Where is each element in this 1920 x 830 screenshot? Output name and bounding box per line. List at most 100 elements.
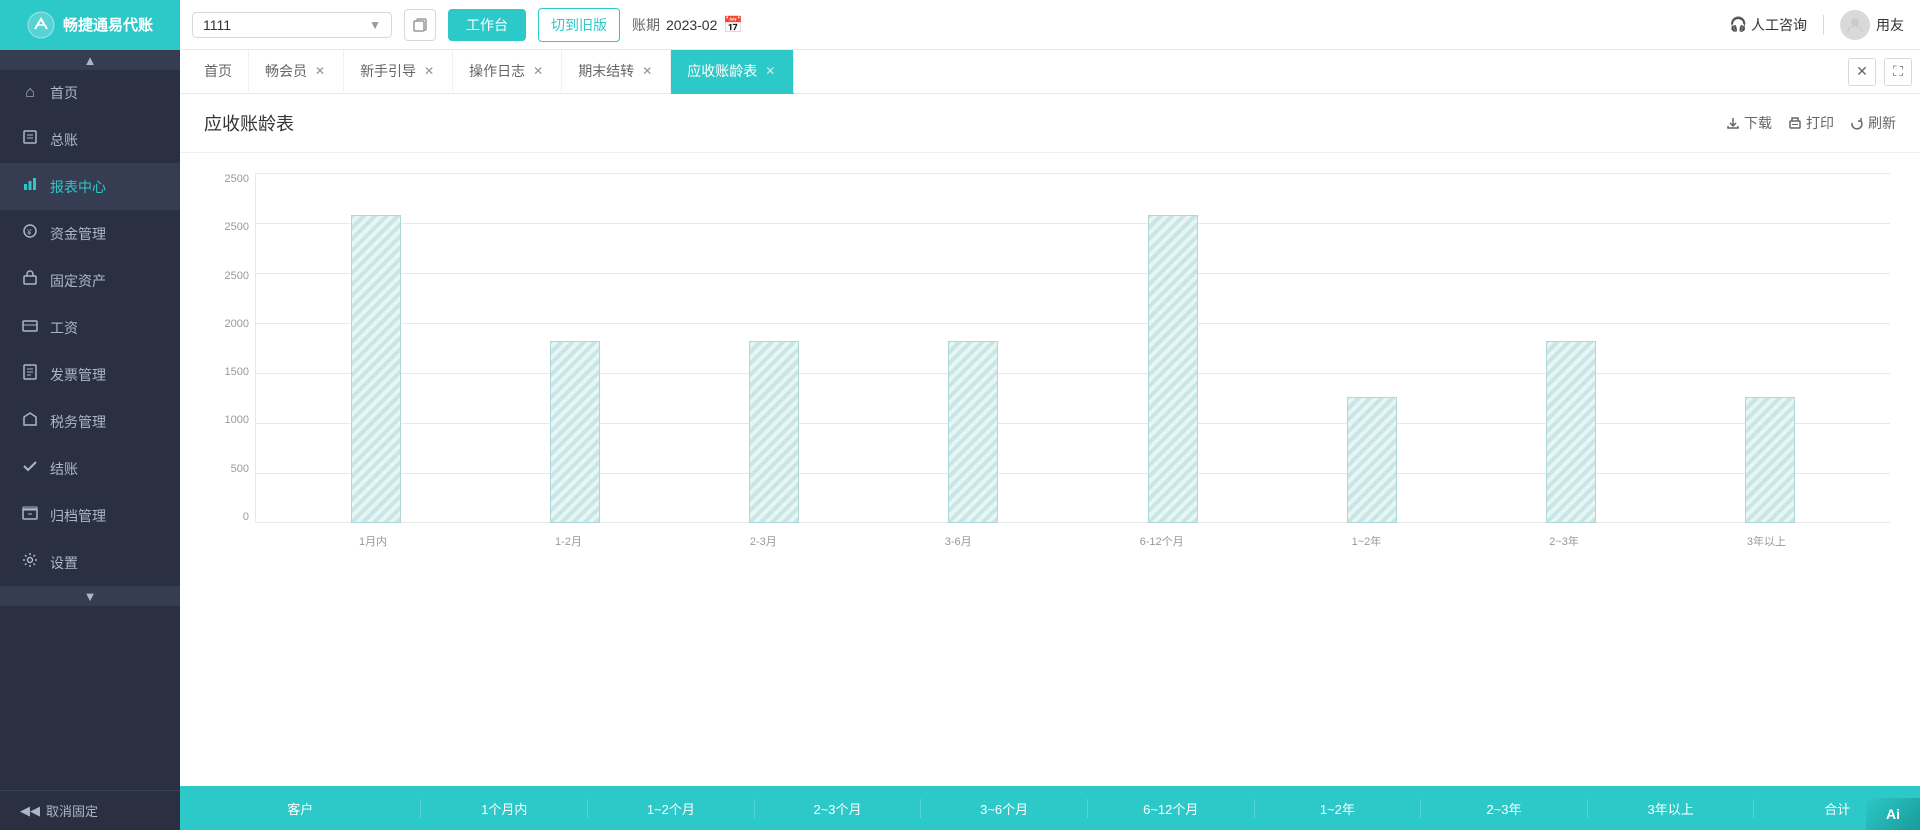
tab-guide-close[interactable]: ✕: [422, 65, 436, 77]
sidebar-item-invoice[interactable]: 发票管理: [0, 351, 180, 398]
th-3plus-year: 3年以上: [1588, 799, 1755, 818]
consult-button[interactable]: 🎧 人工咨询: [1730, 15, 1807, 35]
sidebar: ▲ ⌂ 首页 总账 报表中心 ¥ 资金管理 固定资产: [0, 50, 180, 830]
y-label-2500a: 2500: [225, 173, 255, 185]
main-layout: ▲ ⌂ 首页 总账 报表中心 ¥ 资金管理 固定资产: [0, 50, 1920, 830]
refresh-icon: [1850, 116, 1864, 130]
tab-oplog-close[interactable]: ✕: [531, 65, 545, 77]
sidebar-label-settings: 设置: [50, 553, 78, 573]
table-header: 客户 1个月内 1~2个月 2~3个月 3~6个月 6~12个月 1~2年 2~…: [180, 786, 1920, 830]
user-area[interactable]: 用友: [1840, 10, 1904, 40]
workbench-button[interactable]: 工作台: [448, 9, 526, 41]
divider: [1823, 15, 1824, 35]
close-tab-button[interactable]: ✕: [1848, 58, 1876, 86]
print-button[interactable]: 打印: [1788, 113, 1834, 133]
sidebar-item-settle[interactable]: 结账: [0, 445, 180, 492]
download-label: 下载: [1744, 113, 1772, 133]
chart-container: 2500 2500 2500 2000 1500 1000 500 0: [180, 153, 1920, 786]
th-1-2month: 1~2个月: [588, 799, 755, 818]
bar-3: [749, 341, 799, 523]
ai-badge[interactable]: Ai: [1866, 798, 1920, 830]
x-label-8: 3年以上: [1747, 533, 1786, 549]
y-label-2500b: 2500: [225, 221, 255, 233]
y-label-0: 0: [243, 511, 255, 523]
bar-1: [351, 215, 401, 523]
sidebar-item-assets[interactable]: 固定资产: [0, 257, 180, 304]
sidebar-item-ledger[interactable]: 总账: [0, 116, 180, 163]
sidebar-item-reports[interactable]: 报表中心: [0, 163, 180, 210]
tab-home-label: 首页: [204, 61, 232, 81]
sidebar-item-archive[interactable]: 归档管理: [0, 492, 180, 539]
logo-area: 畅捷通易代账: [0, 0, 180, 50]
th-2-3year: 2~3年: [1421, 799, 1588, 818]
chart-wrapper: 2500 2500 2500 2000 1500 1000 500 0: [210, 173, 1890, 553]
tab-period-end-close[interactable]: ✕: [640, 65, 654, 77]
y-label-500: 500: [231, 463, 255, 475]
sidebar-label-settle: 结账: [50, 459, 78, 479]
sidebar-label-funds: 资金管理: [50, 224, 106, 244]
page-content: 应收账龄表 下载: [180, 94, 1920, 830]
expand-tab-button[interactable]: ⛶: [1884, 58, 1912, 86]
y-label-2500c: 2500: [225, 270, 255, 282]
assets-icon: [20, 270, 40, 291]
tabs-bar: 首页 畅会员 ✕ 新手引导 ✕ 操作日志 ✕ 期末结转 ✕ 应收账龄表 ✕: [180, 50, 1920, 94]
logo-text: 畅捷通易代账: [63, 14, 153, 35]
y-label-1500: 1500: [225, 366, 255, 378]
svg-text:¥: ¥: [26, 228, 32, 237]
switch-old-button[interactable]: 切到旧版: [538, 8, 620, 42]
copy-icon: [412, 17, 428, 33]
x-label-6: 1~2年: [1352, 533, 1382, 549]
y-axis: 2500 2500 2500 2000 1500 1000 500 0: [210, 173, 255, 523]
tab-guide[interactable]: 新手引导 ✕: [344, 50, 453, 94]
cancel-fixed-label: 取消固定: [46, 801, 98, 820]
x-label-3: 2-3月: [750, 533, 777, 549]
sidebar-label-archive: 归档管理: [50, 506, 106, 526]
sidebar-item-home[interactable]: ⌂ 首页: [0, 70, 180, 116]
y-label-2000: 2000: [225, 318, 255, 330]
tab-member-close[interactable]: ✕: [313, 65, 327, 77]
tab-home[interactable]: 首页: [188, 50, 249, 94]
sidebar-label-tax: 税务管理: [50, 412, 106, 432]
sidebar-item-funds[interactable]: ¥ 资金管理: [0, 210, 180, 257]
sidebar-item-payroll[interactable]: 工资: [0, 304, 180, 351]
cancel-fixed-button[interactable]: ◀◀ 取消固定: [0, 790, 180, 830]
tax-icon: [20, 411, 40, 432]
sidebar-scroll-up[interactable]: ▲: [0, 50, 180, 70]
download-icon: [1726, 116, 1740, 130]
download-button[interactable]: 下载: [1726, 113, 1772, 133]
tab-period-end[interactable]: 期末结转 ✕: [562, 50, 671, 94]
tab-aging-close[interactable]: ✕: [763, 65, 777, 77]
top-header: 畅捷通易代账 1111 ▼ 工作台 切到旧版 账期 2023-02 📅 🎧 人工…: [0, 0, 1920, 50]
chevron-down-icon: ▼: [369, 18, 381, 32]
refresh-button[interactable]: 刷新: [1850, 113, 1896, 133]
copy-button[interactable]: [404, 9, 436, 41]
sidebar-scroll-down[interactable]: ▼: [0, 586, 180, 606]
consult-label: 人工咨询: [1751, 15, 1807, 35]
payroll-icon: [20, 317, 40, 338]
calendar-icon[interactable]: 📅: [723, 15, 743, 35]
sidebar-item-settings[interactable]: 设置: [0, 539, 180, 586]
company-selector[interactable]: 1111 ▼: [192, 12, 392, 38]
x-label-5: 6-12个月: [1140, 533, 1184, 549]
refresh-label: 刷新: [1868, 113, 1896, 133]
bar-8: [1745, 397, 1795, 523]
y-label-1000: 1000: [225, 414, 255, 426]
home-icon: ⌂: [20, 84, 40, 102]
sidebar-item-tax[interactable]: 税务管理: [0, 398, 180, 445]
tabs-actions: ✕ ⛶: [1848, 58, 1912, 86]
bar-item-1: [351, 173, 401, 523]
tab-period-end-label: 期末结转: [578, 61, 634, 81]
th-customer: 客户: [180, 799, 421, 818]
tab-oplog[interactable]: 操作日志 ✕: [453, 50, 562, 94]
bar-4: [948, 341, 998, 523]
bar-item-2: [550, 173, 600, 523]
headset-icon: 🎧: [1730, 16, 1747, 33]
bar-6: [1347, 397, 1397, 523]
funds-icon: ¥: [20, 223, 40, 244]
header-right: 🎧 人工咨询 用友: [1730, 10, 1904, 40]
print-icon: [1788, 116, 1802, 130]
tab-aging[interactable]: 应收账龄表 ✕: [671, 50, 794, 94]
tab-member[interactable]: 畅会员 ✕: [249, 50, 344, 94]
bar-item-7: [1546, 173, 1596, 523]
period-area: 账期 2023-02 📅: [632, 15, 743, 35]
